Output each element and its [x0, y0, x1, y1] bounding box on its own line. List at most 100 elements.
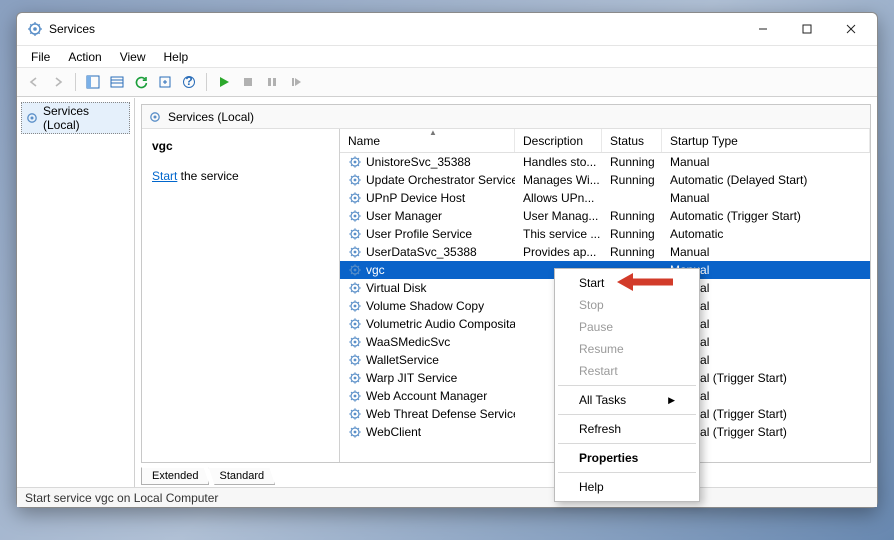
tab-standard[interactable]: Standard: [208, 467, 275, 485]
cell-startup: Automatic: [662, 227, 870, 241]
window-title: Services: [49, 22, 741, 36]
start-service-link[interactable]: Start: [152, 169, 177, 183]
toolbar-help[interactable]: ?: [178, 71, 200, 93]
body-split: Services (Local) Services (Local) vgc St…: [17, 97, 877, 487]
col-status[interactable]: Status: [602, 129, 662, 152]
cell-status: Running: [602, 209, 662, 223]
context-menu-all-tasks[interactable]: All Tasks▶: [557, 389, 697, 411]
context-menu-help[interactable]: Help: [557, 476, 697, 498]
menu-file[interactable]: File: [23, 48, 58, 66]
toolbar-back: [23, 71, 45, 93]
cell-description: User Manag...: [515, 209, 602, 223]
toolbar-forward: [47, 71, 69, 93]
chevron-right-icon: ▶: [668, 395, 675, 406]
menu-view[interactable]: View: [112, 48, 154, 66]
cell-description: Handles sto...: [515, 155, 602, 169]
detail-action-line: Start the service: [152, 169, 329, 183]
main-panel: Services (Local) vgc Start the service N…: [141, 104, 871, 463]
tree-pane[interactable]: Services (Local): [17, 98, 135, 487]
service-row[interactable]: User ManagerUser Manag...RunningAutomati…: [340, 207, 870, 225]
menubar: File Action View Help: [17, 45, 877, 67]
cell-status: Running: [602, 227, 662, 241]
context-menu-restart: Restart: [557, 360, 697, 382]
toolbar: ?: [17, 67, 877, 97]
toolbar-restart-service: [285, 71, 307, 93]
service-context-menu[interactable]: StartStopPauseResumeRestartAll Tasks▶Ref…: [554, 268, 700, 502]
service-row[interactable]: UserDataSvc_35388Provides ap...RunningMa…: [340, 243, 870, 261]
cell-name: UnistoreSvc_35388: [340, 155, 515, 169]
cell-startup: Manual: [662, 155, 870, 169]
cell-description: This service ...: [515, 227, 602, 241]
cell-name: vgc: [340, 263, 515, 277]
cell-description: Allows UPn...: [515, 191, 602, 205]
main-panel-header: Services (Local): [142, 105, 870, 129]
main-panel-title: Services (Local): [168, 110, 254, 124]
cell-name: UPnP Device Host: [340, 191, 515, 205]
cell-startup: Manual: [662, 245, 870, 259]
services-icon: [25, 111, 39, 125]
service-row[interactable]: Update Orchestrator ServiceManages Wi...…: [340, 171, 870, 189]
cell-startup: Automatic (Delayed Start): [662, 173, 870, 187]
cell-description: Manages Wi...: [515, 173, 602, 187]
context-menu-separator: [558, 443, 696, 444]
titlebar[interactable]: Services: [17, 13, 877, 45]
services-icon: [148, 110, 162, 124]
context-menu-stop: Stop: [557, 294, 697, 316]
cell-name: Volumetric Audio Composita: [340, 317, 515, 331]
toolbar-start-service[interactable]: [213, 71, 235, 93]
tree-root-label: Services (Local): [43, 104, 126, 132]
column-headers: Name▲ Description Status Startup Type: [340, 129, 870, 153]
maximize-button[interactable]: [785, 15, 829, 43]
close-button[interactable]: [829, 15, 873, 43]
menu-help[interactable]: Help: [156, 48, 197, 66]
col-name[interactable]: Name▲: [340, 129, 515, 152]
annotation-arrow: [615, 271, 675, 293]
context-menu-properties[interactable]: Properties: [557, 447, 697, 469]
toolbar-separator: [206, 73, 207, 91]
main-content: vgc Start the service Name▲ Description …: [142, 129, 870, 462]
services-app-icon: [27, 21, 43, 37]
services-window: Services File Action View Help ? Service…: [16, 12, 878, 508]
cell-name: Web Account Manager: [340, 389, 515, 403]
toolbar-separator: [75, 73, 76, 91]
toolbar-refresh[interactable]: [130, 71, 152, 93]
toolbar-stop-service: [237, 71, 259, 93]
toolbar-pause-service: [261, 71, 283, 93]
cell-name: Update Orchestrator Service: [340, 173, 515, 187]
cell-startup: Manual: [662, 191, 870, 205]
status-bar: Start service vgc on Local Computer: [17, 487, 877, 507]
cell-name: WebClient: [340, 425, 515, 439]
toolbar-show-hide-tree[interactable]: [82, 71, 104, 93]
context-menu-resume: Resume: [557, 338, 697, 360]
cell-name: User Profile Service: [340, 227, 515, 241]
cell-name: UserDataSvc_35388: [340, 245, 515, 259]
col-startup-type[interactable]: Startup Type: [662, 129, 870, 152]
cell-name: Warp JIT Service: [340, 371, 515, 385]
context-menu-separator: [558, 385, 696, 386]
cell-name: Volume Shadow Copy: [340, 299, 515, 313]
minimize-button[interactable]: [741, 15, 785, 43]
detail-action-suffix: the service: [177, 169, 238, 183]
context-menu-separator: [558, 472, 696, 473]
sort-asc-icon: ▲: [429, 129, 437, 137]
cell-status: Running: [602, 173, 662, 187]
context-menu-refresh[interactable]: Refresh: [557, 418, 697, 440]
col-description[interactable]: Description: [515, 129, 602, 152]
svg-text:?: ?: [185, 75, 192, 88]
cell-startup: Automatic (Trigger Start): [662, 209, 870, 223]
detail-pane: vgc Start the service: [142, 129, 340, 462]
tab-extended[interactable]: Extended: [141, 467, 209, 485]
menu-action[interactable]: Action: [60, 48, 109, 66]
service-row[interactable]: User Profile ServiceThis service ...Runn…: [340, 225, 870, 243]
view-tabs: Extended Standard: [141, 463, 871, 485]
service-row[interactable]: UPnP Device HostAllows UPn... Manual: [340, 189, 870, 207]
toolbar-export[interactable]: [154, 71, 176, 93]
context-menu-separator: [558, 414, 696, 415]
cell-name: Web Threat Defense Service: [340, 407, 515, 421]
toolbar-details[interactable]: [106, 71, 128, 93]
tree-root-node[interactable]: Services (Local): [21, 102, 130, 134]
cell-name: Virtual Disk: [340, 281, 515, 295]
cell-status: Running: [602, 245, 662, 259]
cell-name: User Manager: [340, 209, 515, 223]
service-row[interactable]: UnistoreSvc_35388Handles sto...RunningMa…: [340, 153, 870, 171]
